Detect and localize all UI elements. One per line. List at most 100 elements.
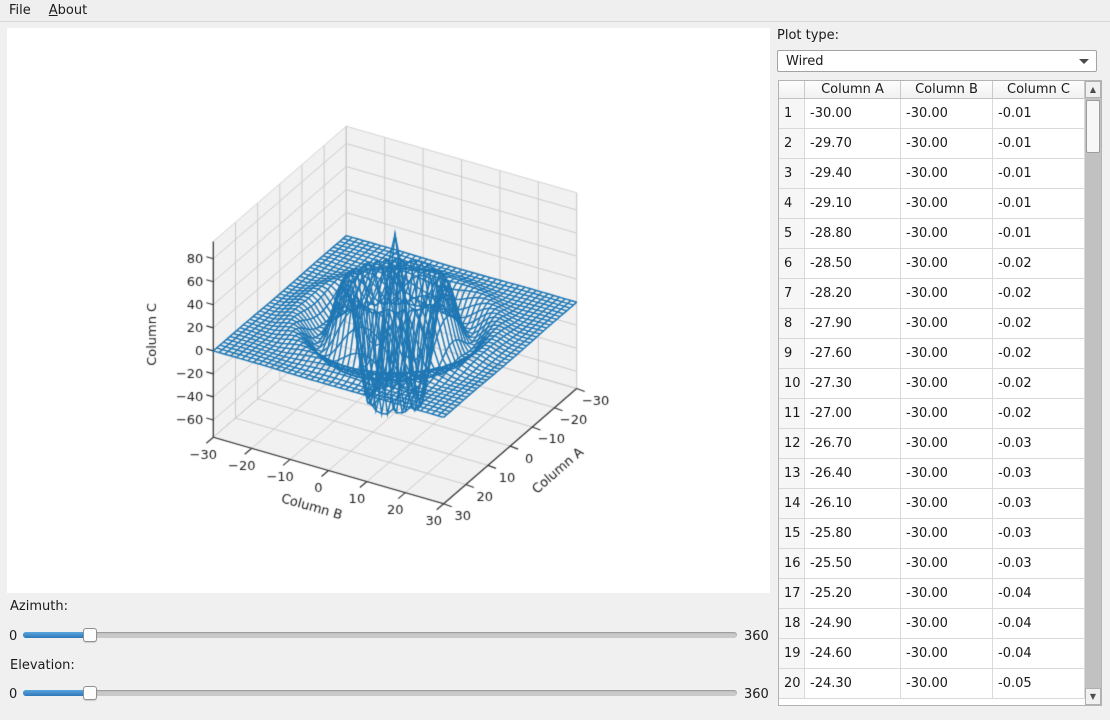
table-row[interactable]: 16-25.50-30.00-0.03 [779, 549, 1101, 579]
table-row[interactable]: 17-25.20-30.00-0.04 [779, 579, 1101, 609]
table-cell[interactable]: -28.20 [805, 279, 901, 309]
table-cell[interactable]: -0.05 [993, 669, 1085, 699]
table-cell[interactable]: -26.10 [805, 489, 901, 519]
table-cell[interactable]: -30.00 [901, 99, 993, 129]
table-cell[interactable]: -30.00 [901, 579, 993, 609]
table-header-column-b[interactable]: Column B [901, 81, 993, 99]
row-number-cell[interactable]: 9 [779, 339, 805, 369]
table-cell[interactable]: -0.01 [993, 129, 1085, 159]
row-number-cell[interactable]: 10 [779, 369, 805, 399]
row-number-cell[interactable]: 16 [779, 549, 805, 579]
table-cell[interactable]: -30.00 [901, 219, 993, 249]
table-cell[interactable]: -30.00 [901, 489, 993, 519]
row-number-cell[interactable]: 3 [779, 159, 805, 189]
table-row[interactable]: 8-27.90-30.00-0.02 [779, 309, 1101, 339]
table-row[interactable]: 5-28.80-30.00-0.01 [779, 219, 1101, 249]
table-cell[interactable]: -24.30 [805, 669, 901, 699]
table-row[interactable]: 11-27.00-30.00-0.02 [779, 399, 1101, 429]
table-cell[interactable]: -30.00 [901, 189, 993, 219]
table-cell[interactable]: -0.03 [993, 459, 1085, 489]
row-number-cell[interactable]: 8 [779, 309, 805, 339]
table-row[interactable]: 3-29.40-30.00-0.01 [779, 159, 1101, 189]
table-row[interactable]: 9-27.60-30.00-0.02 [779, 339, 1101, 369]
table-row[interactable]: 19-24.60-30.00-0.04 [779, 639, 1101, 669]
plot-canvas[interactable] [7, 28, 770, 593]
table-cell[interactable]: -28.80 [805, 219, 901, 249]
table-cell[interactable]: -0.04 [993, 609, 1085, 639]
table-cell[interactable]: -29.10 [805, 189, 901, 219]
table-header-column-c[interactable]: Column C [993, 81, 1085, 99]
row-number-cell[interactable]: 13 [779, 459, 805, 489]
row-number-cell[interactable]: 18 [779, 609, 805, 639]
table-cell[interactable]: -30.00 [901, 339, 993, 369]
table-cell[interactable]: -0.02 [993, 339, 1085, 369]
table-cell[interactable]: -0.02 [993, 369, 1085, 399]
table-row[interactable]: 20-24.30-30.00-0.05 [779, 669, 1101, 699]
table-cell[interactable]: -0.03 [993, 429, 1085, 459]
table-cell[interactable]: -26.40 [805, 459, 901, 489]
table-cell[interactable]: -0.02 [993, 279, 1085, 309]
table-cell[interactable]: -30.00 [901, 159, 993, 189]
table-cell[interactable]: -30.00 [901, 519, 993, 549]
row-number-cell[interactable]: 19 [779, 639, 805, 669]
row-number-cell[interactable]: 15 [779, 519, 805, 549]
table-cell[interactable]: -30.00 [901, 309, 993, 339]
menubar-item-about[interactable]: About [40, 1, 96, 20]
plot-type-select[interactable]: Wired [777, 50, 1097, 72]
table-cell[interactable]: -30.00 [901, 639, 993, 669]
row-number-cell[interactable]: 7 [779, 279, 805, 309]
table-cell[interactable]: -30.00 [901, 279, 993, 309]
row-number-cell[interactable]: 5 [779, 219, 805, 249]
table-row[interactable]: 2-29.70-30.00-0.01 [779, 129, 1101, 159]
table-cell[interactable]: -0.01 [993, 99, 1085, 129]
row-number-cell[interactable]: 14 [779, 489, 805, 519]
table-header-column-a[interactable]: Column A [805, 81, 901, 99]
table-cell[interactable]: -28.50 [805, 249, 901, 279]
table-cell[interactable]: -0.02 [993, 399, 1085, 429]
table-scrollbar[interactable]: ▲ ▼ [1085, 81, 1101, 705]
azimuth-slider-handle[interactable] [83, 628, 97, 642]
row-number-cell[interactable]: 1 [779, 99, 805, 129]
table-cell[interactable]: -27.90 [805, 309, 901, 339]
table-cell[interactable]: -0.03 [993, 549, 1085, 579]
table-cell[interactable]: -30.00 [901, 429, 993, 459]
scrollbar-up-icon[interactable]: ▲ [1085, 81, 1101, 98]
table-cell[interactable]: -30.00 [901, 459, 993, 489]
table-cell[interactable]: -30.00 [901, 399, 993, 429]
table-cell[interactable]: -0.04 [993, 639, 1085, 669]
table-cell[interactable]: -0.02 [993, 309, 1085, 339]
scrollbar-thumb[interactable] [1086, 100, 1100, 153]
table-cell[interactable]: -27.00 [805, 399, 901, 429]
row-number-cell[interactable]: 6 [779, 249, 805, 279]
table-cell[interactable]: -29.70 [805, 129, 901, 159]
row-number-cell[interactable]: 17 [779, 579, 805, 609]
table-cell[interactable]: -30.00 [805, 99, 901, 129]
row-number-cell[interactable]: 4 [779, 189, 805, 219]
table-cell[interactable]: -24.90 [805, 609, 901, 639]
menubar-item-file[interactable]: File [0, 1, 40, 20]
table-cell[interactable]: -30.00 [901, 129, 993, 159]
table-row[interactable]: 15-25.80-30.00-0.03 [779, 519, 1101, 549]
table-row[interactable]: 6-28.50-30.00-0.02 [779, 249, 1101, 279]
table-cell[interactable]: -0.01 [993, 159, 1085, 189]
table-cell[interactable]: -0.04 [993, 579, 1085, 609]
table-cell[interactable]: -0.03 [993, 489, 1085, 519]
elevation-slider-handle[interactable] [83, 686, 97, 700]
table-cell[interactable]: -30.00 [901, 669, 993, 699]
table-cell[interactable]: -0.01 [993, 189, 1085, 219]
row-number-cell[interactable]: 11 [779, 399, 805, 429]
row-number-cell[interactable]: 20 [779, 669, 805, 699]
table-cell[interactable]: -25.50 [805, 549, 901, 579]
row-number-cell[interactable]: 2 [779, 129, 805, 159]
table-cell[interactable]: -26.70 [805, 429, 901, 459]
table-row[interactable]: 4-29.10-30.00-0.01 [779, 189, 1101, 219]
azimuth-slider[interactable] [23, 632, 737, 638]
table-cell[interactable]: -24.60 [805, 639, 901, 669]
table-row[interactable]: 12-26.70-30.00-0.03 [779, 429, 1101, 459]
table-cell[interactable]: -29.40 [805, 159, 901, 189]
elevation-slider[interactable] [23, 690, 737, 696]
table-row[interactable]: 10-27.30-30.00-0.02 [779, 369, 1101, 399]
table-row[interactable]: 13-26.40-30.00-0.03 [779, 459, 1101, 489]
table-cell[interactable]: -27.30 [805, 369, 901, 399]
table-row[interactable]: 7-28.20-30.00-0.02 [779, 279, 1101, 309]
